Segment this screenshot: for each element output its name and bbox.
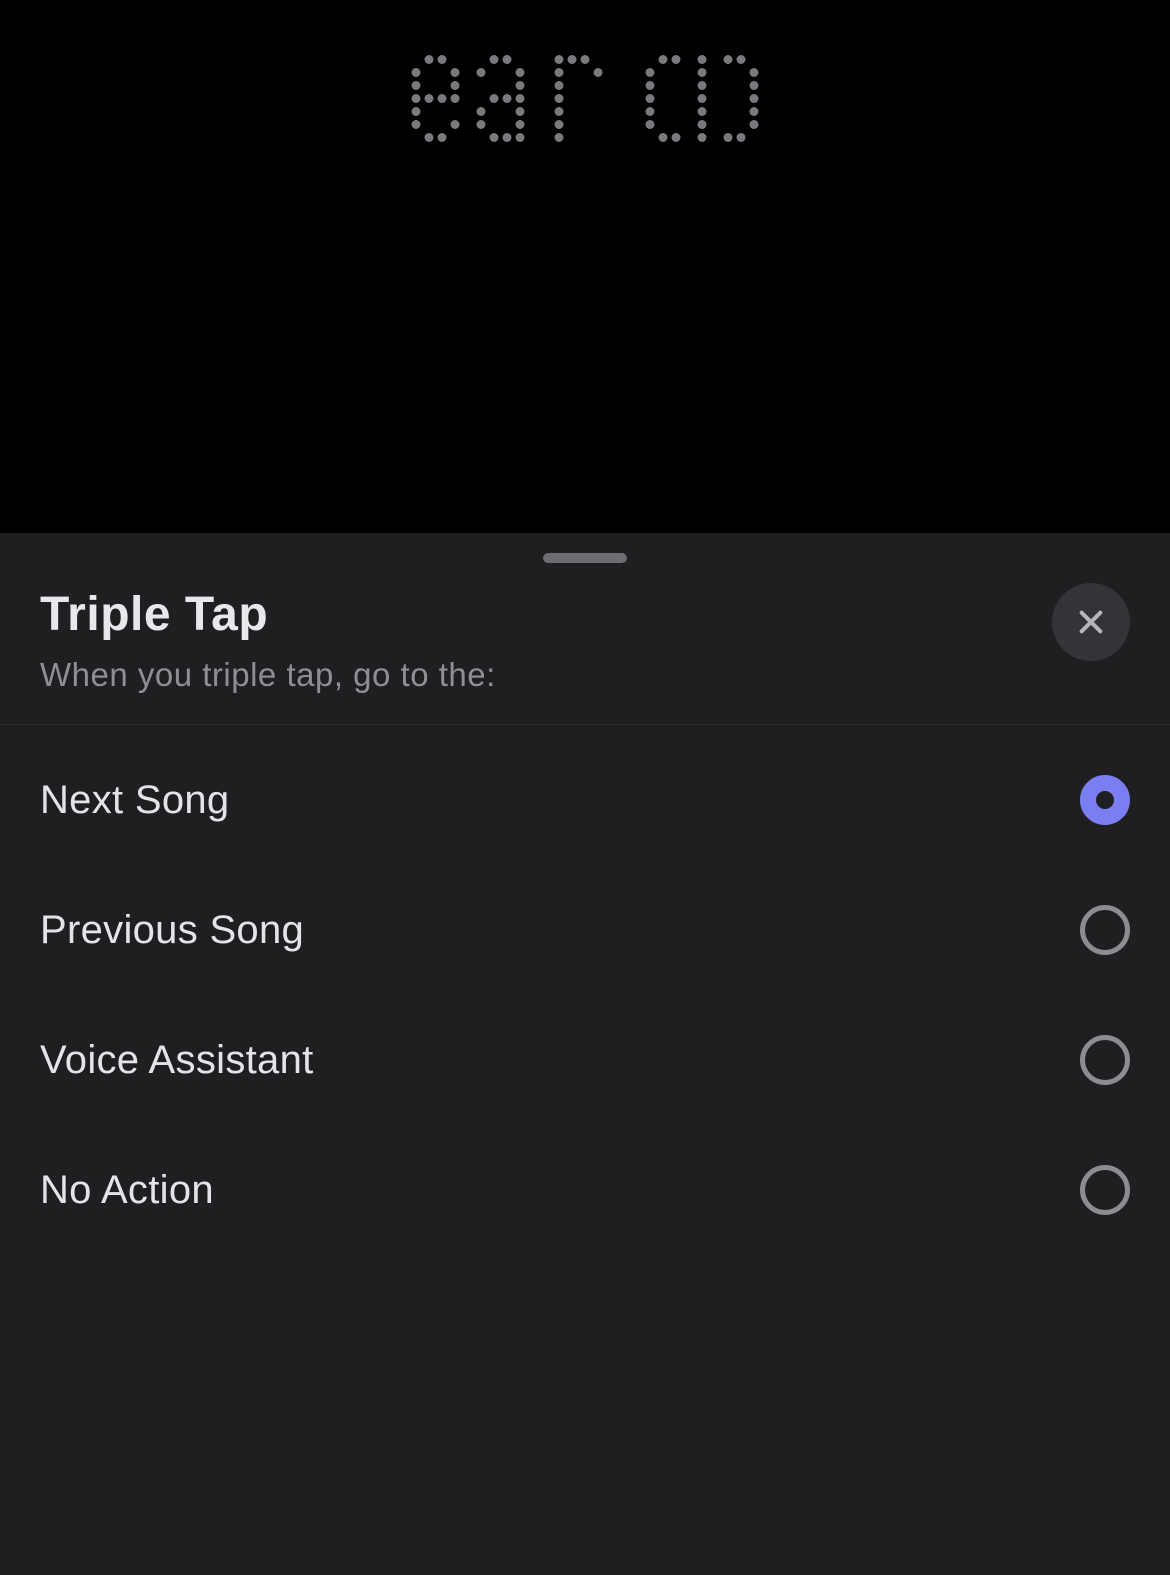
option-label: No Action <box>40 1168 214 1213</box>
option-next-song[interactable]: Next Song <box>40 735 1130 865</box>
option-voice-assistant[interactable]: Voice Assistant <box>40 995 1130 1125</box>
product-title <box>412 55 759 142</box>
radio-icon <box>1080 905 1130 955</box>
sheet-header: Triple Tap When you triple tap, go to th… <box>0 533 1170 725</box>
triple-tap-sheet: Triple Tap When you triple tap, go to th… <box>0 533 1170 1575</box>
radio-icon <box>1080 1035 1130 1085</box>
option-label: Next Song <box>40 778 229 823</box>
options-list: Next Song Previous Song Voice Assistant … <box>0 725 1170 1255</box>
radio-icon <box>1080 1165 1130 1215</box>
option-label: Voice Assistant <box>40 1038 314 1083</box>
close-button[interactable] <box>1052 583 1130 661</box>
sheet-subtitle: When you triple tap, go to the: <box>40 656 1130 694</box>
dotmatrix-text <box>412 55 759 142</box>
option-no-action[interactable]: No Action <box>40 1125 1130 1255</box>
option-previous-song[interactable]: Previous Song <box>40 865 1130 995</box>
radio-icon <box>1080 775 1130 825</box>
sheet-title: Triple Tap <box>40 587 1130 642</box>
close-icon <box>1075 606 1107 638</box>
option-label: Previous Song <box>40 908 304 953</box>
